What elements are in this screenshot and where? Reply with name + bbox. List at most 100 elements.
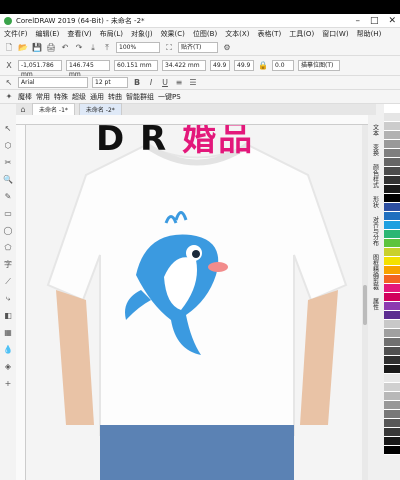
y-field[interactable]: 146.745 mm [66,60,110,78]
minimize-icon[interactable]: – [355,16,360,26]
palette-swatch[interactable] [384,329,400,338]
palette-swatch[interactable] [384,311,400,320]
palette-swatch[interactable] [384,104,400,113]
crop-tool-icon[interactable]: ✂ [3,158,13,168]
maximize-icon[interactable]: □ [370,16,379,26]
palette-swatch[interactable] [384,419,400,428]
palette-swatch[interactable] [384,437,400,446]
palette-swatch[interactable] [384,167,400,176]
italic-icon[interactable]: I [146,78,156,88]
lock-ratio-icon[interactable]: 🔒 [258,61,268,71]
polygon-tool-icon[interactable]: ⬠ [3,243,13,253]
save-icon[interactable]: 💾 [32,43,42,53]
pick-tool-icon[interactable]: ↖ [3,124,13,134]
menu-window[interactable]: 窗口(W) [322,29,348,39]
palette-swatch[interactable] [384,149,400,158]
font-size-select[interactable]: 12 pt [92,77,128,88]
fill-tool-icon[interactable]: ◈ [3,362,13,372]
docker-tab-powerclip[interactable]: 图框精确剪裁 [371,254,380,290]
palette-swatch[interactable] [384,203,400,212]
parallel-dimension-tool-icon[interactable]: ⟋ [3,277,13,287]
menu-bitmaps[interactable]: 位图(B) [193,29,217,39]
menu-text[interactable]: 文本(X) [225,29,249,39]
palette-swatch[interactable] [384,365,400,374]
scrollbar-thumb[interactable] [363,285,367,325]
ellipse-tool-icon[interactable]: ◯ [3,226,13,236]
palette-swatch[interactable] [384,266,400,275]
palette-swatch[interactable] [384,257,400,266]
zoom-select[interactable]: 100% [116,42,160,53]
palette-swatch[interactable] [384,401,400,410]
palette-swatch[interactable] [384,131,400,140]
preset-to-curves[interactable]: 转曲 [108,92,122,102]
bold-icon[interactable]: B [132,78,142,88]
print-icon[interactable]: 🖨 [46,43,56,53]
add-tool-icon[interactable]: + [3,379,13,389]
palette-swatch[interactable] [384,212,400,221]
trace-bitmap-button[interactable]: 描摹位图(T) [298,60,340,71]
palette-swatch[interactable] [384,122,400,131]
preset-common[interactable]: 常用 [36,92,50,102]
align-icon[interactable]: ≡ [174,78,184,88]
preset-magic-wand[interactable]: 魔棒 [18,92,32,102]
preset-super[interactable]: 超级 [72,92,86,102]
docker-tab-text[interactable]: 文本 [371,124,380,136]
palette-swatch[interactable] [384,158,400,167]
x-field[interactable]: -1,051.786 mm [18,60,62,78]
palette-swatch[interactable] [384,275,400,284]
transparency-tool-icon[interactable]: ▦ [3,328,13,338]
connector-tool-icon[interactable]: ⤷ [3,294,13,304]
palette-swatch[interactable] [384,410,400,419]
snap-to-select[interactable]: 贴齐(T) [178,42,218,53]
palette-swatch[interactable] [384,374,400,383]
scale-y-field[interactable]: 49.9 [234,60,254,71]
palette-swatch[interactable] [384,383,400,392]
palette-swatch[interactable] [384,338,400,347]
new-document-icon[interactable]: 🗋 [4,43,14,53]
palette-swatch[interactable] [384,194,400,203]
palette-swatch[interactable] [384,293,400,302]
palette-swatch[interactable] [384,239,400,248]
rectangle-tool-icon[interactable]: ▭ [3,209,13,219]
height-field[interactable]: 34.422 mm [162,60,206,71]
palette-swatch[interactable] [384,428,400,437]
underline-icon[interactable]: U [160,78,170,88]
list-icon[interactable]: ☰ [188,78,198,88]
export-icon[interactable]: ⤒ [102,43,112,53]
palette-swatch[interactable] [384,113,400,122]
canvas[interactable]: D R 婚品 [26,125,368,480]
scale-x-field[interactable]: 49.9 [210,60,230,71]
close-icon[interactable]: ✕ [388,16,396,26]
docker-tab-transform[interactable]: 变换 [371,144,380,156]
preset-one-key-ps[interactable]: 一键PS [158,92,181,102]
menu-view[interactable]: 查看(V) [67,29,91,39]
palette-swatch[interactable] [384,221,400,230]
palette-swatch[interactable] [384,176,400,185]
text-tool-icon[interactable]: 字 [3,260,13,270]
fullscreen-icon[interactable]: ⛶ [164,43,174,53]
preset-general[interactable]: 通用 [90,92,104,102]
zoom-tool-icon[interactable]: 🔍 [3,175,13,185]
font-select[interactable]: Arial [18,77,88,88]
docker-tab-color-styles[interactable]: 颜色样式 [371,164,380,188]
home-icon[interactable]: ⌂ [18,105,28,115]
drop-shadow-tool-icon[interactable]: ◧ [3,311,13,321]
docker-tab-align-distribute[interactable]: 对齐与分布 [371,216,380,246]
settings-icon[interactable]: ⚙ [222,43,232,53]
menu-tools[interactable]: 工具(O) [289,29,314,39]
redo-icon[interactable]: ↷ [74,43,84,53]
palette-swatch[interactable] [384,392,400,401]
palette-swatch[interactable] [384,320,400,329]
eyedropper-tool-icon[interactable]: 💧 [3,345,13,355]
preset-special[interactable]: 特殊 [54,92,68,102]
menu-file[interactable]: 文件(F) [4,29,28,39]
docker-tab-properties[interactable]: 属性 [371,298,380,310]
menu-object[interactable]: 对象(J) [131,29,153,39]
shape-tool-icon[interactable]: ⬡ [3,141,13,151]
freehand-tool-icon[interactable]: ✎ [3,192,13,202]
menu-layout[interactable]: 布局(L) [100,29,123,39]
palette-swatch[interactable] [384,302,400,311]
palette-swatch[interactable] [384,140,400,149]
pick-tool-icon[interactable]: ↖ [4,78,14,88]
menu-help[interactable]: 帮助(H) [357,29,382,39]
